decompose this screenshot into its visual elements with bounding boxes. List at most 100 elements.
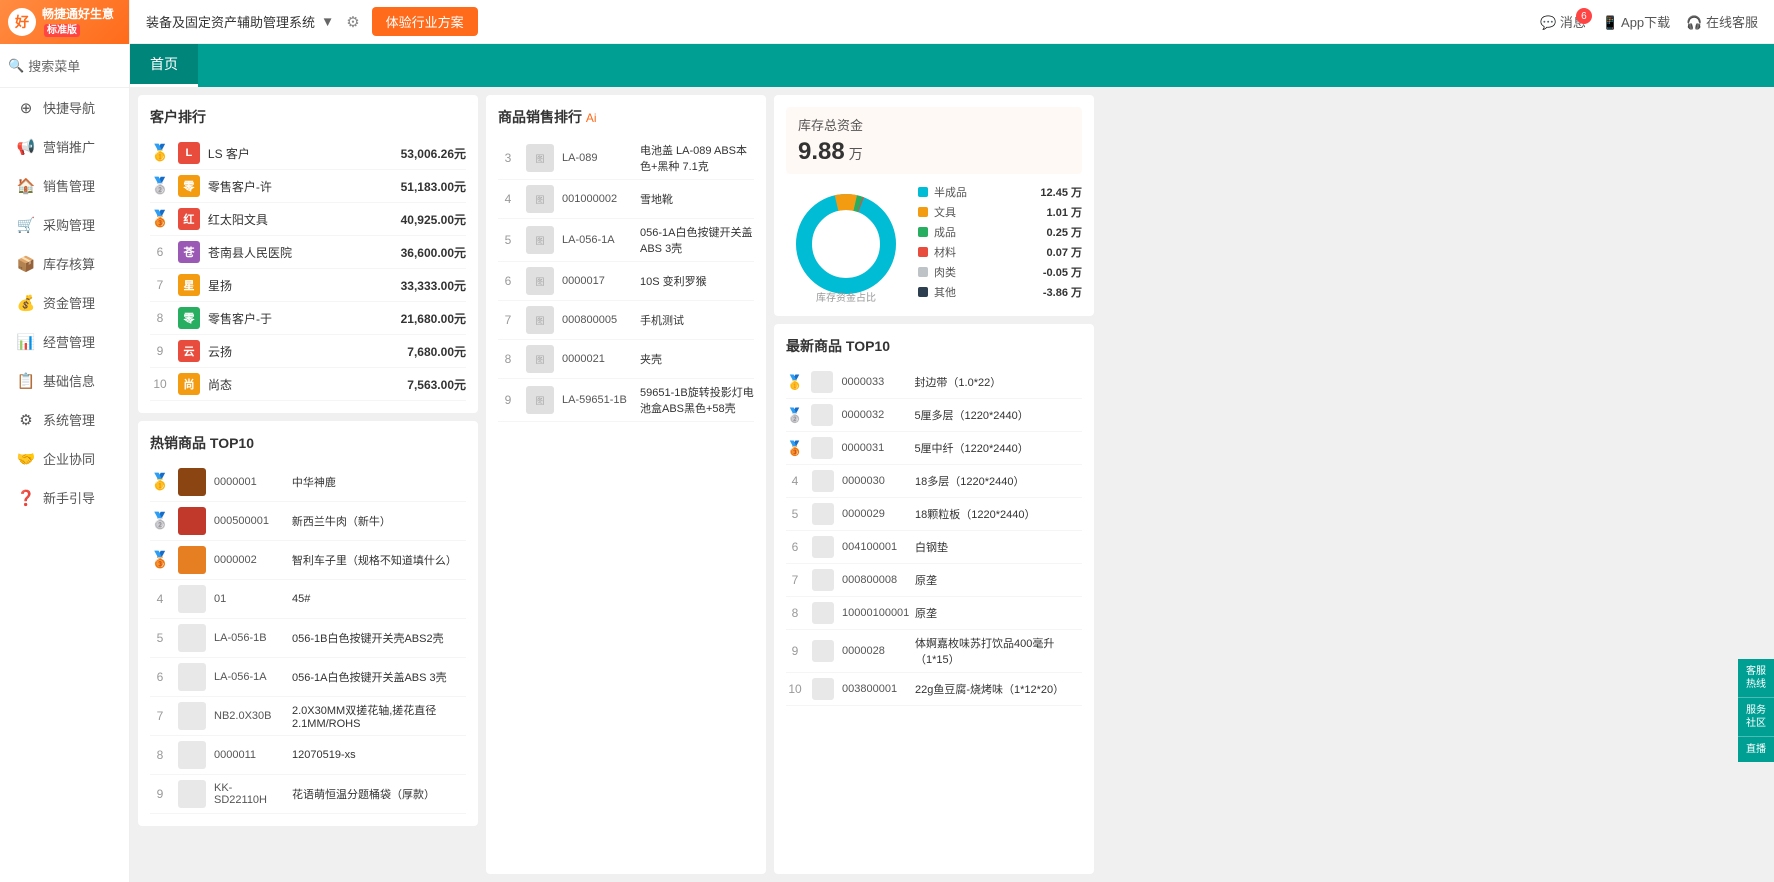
sidebar-item-guide[interactable]: ❓ 新手引导 bbox=[0, 478, 129, 517]
rank-avatar: 尚 bbox=[178, 373, 200, 395]
rank-name: 云扬 bbox=[208, 343, 399, 360]
sidebar-item-marketing[interactable]: 📢 营销推广 bbox=[0, 127, 129, 166]
customer-rank-row: 7 星 星扬 33,333.00元 bbox=[150, 269, 466, 302]
rank-number: 10 bbox=[150, 377, 170, 391]
legend-name: 材料 bbox=[934, 244, 1041, 260]
floating-btn-客服热线[interactable]: 客服热线 bbox=[1738, 659, 1774, 698]
sidebar-item-inventory[interactable]: 📦 库存核算 bbox=[0, 244, 129, 283]
newest-code: 003800001 bbox=[842, 683, 907, 695]
rank-number: 9 bbox=[150, 344, 170, 358]
rank-num: 8 bbox=[498, 352, 518, 366]
rank-value: 40,925.00元 bbox=[401, 211, 466, 228]
customer-ranking-panel: 客户排行 🥇 L LS 客户 53,006.26元 🥈 零 零售客户-许 51,… bbox=[138, 95, 478, 413]
rank-avatar: 星 bbox=[178, 274, 200, 296]
newest-list: 🥇 0000033 封边带（1.0*22） 🥈 0000032 5厘多层（122… bbox=[786, 366, 1082, 706]
product-thumb: 图 bbox=[526, 144, 554, 172]
inventory-amount: 9.88 bbox=[798, 138, 845, 166]
newest-code: 0000030 bbox=[842, 475, 907, 487]
customer-rank-row: 6 苍 苍南县人民医院 36,600.00元 bbox=[150, 236, 466, 269]
newest-thumb bbox=[812, 503, 834, 525]
rank-medal: 🥇 bbox=[150, 143, 170, 163]
newest-thumb bbox=[811, 371, 833, 393]
customer-ranking-title: 客户排行 bbox=[150, 107, 466, 127]
legend-item: 其他 -3.86 万 bbox=[918, 284, 1082, 300]
nav-list: ⊕ 快捷导航📢 营销推广🏠 销售管理🛒 采购管理📦 库存核算💰 资金管理📊 经营… bbox=[0, 88, 129, 517]
rank-num: 9 bbox=[498, 393, 518, 407]
legend-dot bbox=[918, 247, 928, 257]
product-code: LA-056-1A bbox=[562, 234, 632, 246]
rank-value: 53,006.26元 bbox=[401, 145, 466, 162]
product-name: 12070519-xs bbox=[292, 749, 466, 761]
messages-badge[interactable]: 💬 消息 6 bbox=[1540, 12, 1586, 31]
nav-label-system: 系统管理 bbox=[43, 410, 95, 429]
sidebar-search[interactable]: 🔍 搜索菜单 bbox=[0, 44, 129, 88]
logo: 好 畅捷通好生意 标准版 bbox=[0, 0, 129, 44]
newest-name: 18颗粒板（1220*2440） bbox=[915, 506, 1082, 522]
product-code: LA-056-1A bbox=[214, 671, 284, 683]
sidebar-item-cooperation[interactable]: 🤝 企业协同 bbox=[0, 439, 129, 478]
hot-product-row: 6 LA-056-1A 056-1A白色按键开关盖ABS 3壳 bbox=[150, 658, 466, 697]
logo-icon: 好 bbox=[8, 8, 36, 36]
customer-rank-row: 9 云 云扬 7,680.00元 bbox=[150, 335, 466, 368]
rank-name: 尚态 bbox=[208, 376, 399, 393]
newest-rank: 6 bbox=[786, 540, 804, 554]
product-name: 夹壳 bbox=[640, 351, 754, 367]
customer-rank-row: 10 尚 尚态 7,563.00元 bbox=[150, 368, 466, 401]
inventory-summary-box: 库存总资金 9.88 万 bbox=[786, 107, 1082, 174]
newest-name: 5厘中纤（1220*2440） bbox=[914, 440, 1082, 456]
product-code: 000800005 bbox=[562, 314, 632, 326]
sidebar-item-sales[interactable]: 🏠 销售管理 bbox=[0, 166, 129, 205]
legend-name: 其他 bbox=[934, 284, 1037, 300]
search-menu-button[interactable]: 🔍 搜索菜单 bbox=[8, 52, 121, 79]
hot-product-row: 🥉 0000002 智利车子里（规格不知道填什么） bbox=[150, 541, 466, 580]
newest-code: 004100001 bbox=[842, 541, 907, 553]
sidebar-item-basic[interactable]: 📋 基础信息 bbox=[0, 361, 129, 400]
newest-product-row: 9 0000028 体婀嘉枚味苏打饮品400毫升（1*15） bbox=[786, 630, 1082, 673]
rank-num: 7 bbox=[150, 709, 170, 723]
newest-name: 白钢垫 bbox=[915, 539, 1082, 555]
rank-medal: 🥇 bbox=[786, 374, 803, 391]
customer-rank-row: 8 零 零售客户-于 21,680.00元 bbox=[150, 302, 466, 335]
inventory-amount-row: 9.88 万 bbox=[798, 138, 1070, 166]
hot-product-row: 7 NB2.0X30B 2.0X30MM双搓花轴,搓花直径2.1MM/ROHS bbox=[150, 697, 466, 736]
product-thumb: 图 bbox=[526, 185, 554, 213]
inventory-panel: 库存总资金 9.88 万 bbox=[774, 95, 1094, 316]
nav-icon-marketing: 📢 bbox=[17, 138, 35, 156]
sidebar-item-finance[interactable]: 💰 资金管理 bbox=[0, 283, 129, 322]
app-download[interactable]: 📱 App下载 bbox=[1602, 12, 1670, 31]
product-rank-row: 3 图 LA-089 电池盖 LA-089 ABS本色+黑种 7.1克 bbox=[498, 137, 754, 180]
floating-btn-服务社区[interactable]: 服务社区 bbox=[1738, 698, 1774, 737]
message-count: 6 bbox=[1576, 8, 1592, 24]
product-name: 2.0X30MM双搓花轴,搓花直径2.1MM/ROHS bbox=[292, 702, 466, 730]
nav-label-purchase: 采购管理 bbox=[43, 215, 95, 234]
floating-btn-直播[interactable]: 直播 bbox=[1738, 737, 1774, 762]
product-name: 056-1A白色按键开关盖ABS 3壳 bbox=[640, 224, 754, 256]
product-name: 056-1A白色按键开关盖ABS 3壳 bbox=[292, 669, 466, 685]
topbar: 装备及固定资产辅助管理系统 ▼ ⚙ 体验行业方案 💬 消息 6 📱 App下载 … bbox=[130, 0, 1774, 44]
newest-name: 体婀嘉枚味苏打饮品400毫升（1*15） bbox=[915, 635, 1082, 667]
tab-home[interactable]: 首页 bbox=[130, 44, 198, 87]
inventory-title: 库存总资金 bbox=[798, 115, 1070, 134]
mobile-icon: 📱 bbox=[1602, 15, 1618, 30]
system-dropdown-button[interactable]: ▼ bbox=[321, 14, 334, 29]
nav-icon-operation: 📊 bbox=[17, 333, 35, 351]
legend-dot bbox=[918, 187, 928, 197]
product-thumb bbox=[178, 702, 206, 730]
sidebar-item-purchase[interactable]: 🛒 采购管理 bbox=[0, 205, 129, 244]
rank-num: 6 bbox=[498, 274, 518, 288]
trial-button[interactable]: 体验行业方案 bbox=[372, 7, 478, 36]
newest-product-row: 4 0000030 18多层（1220*2440） bbox=[786, 465, 1082, 498]
newest-product-row: 8 10000100001 原垄 bbox=[786, 597, 1082, 630]
product-thumb bbox=[178, 546, 206, 574]
product-thumb bbox=[178, 624, 206, 652]
sidebar-item-quick-nav[interactable]: ⊕ 快捷导航 bbox=[0, 88, 129, 127]
system-selector[interactable]: 装备及固定资产辅助管理系统 ▼ bbox=[146, 12, 334, 31]
online-service[interactable]: 🎧 在线客服 bbox=[1686, 12, 1758, 31]
settings-button[interactable]: ⚙ bbox=[346, 13, 359, 31]
hot-products-list: 🥇 0000001 中华神鹿 🥈 000500001 新西兰牛肉（新牛） 🥉 0… bbox=[150, 463, 466, 814]
product-name: 新西兰牛肉（新牛） bbox=[292, 513, 466, 529]
rank-num: 9 bbox=[150, 787, 170, 801]
rank-medal: 🥇 bbox=[150, 472, 170, 492]
sidebar-item-system[interactable]: ⚙ 系统管理 bbox=[0, 400, 129, 439]
sidebar-item-operation[interactable]: 📊 经营管理 bbox=[0, 322, 129, 361]
